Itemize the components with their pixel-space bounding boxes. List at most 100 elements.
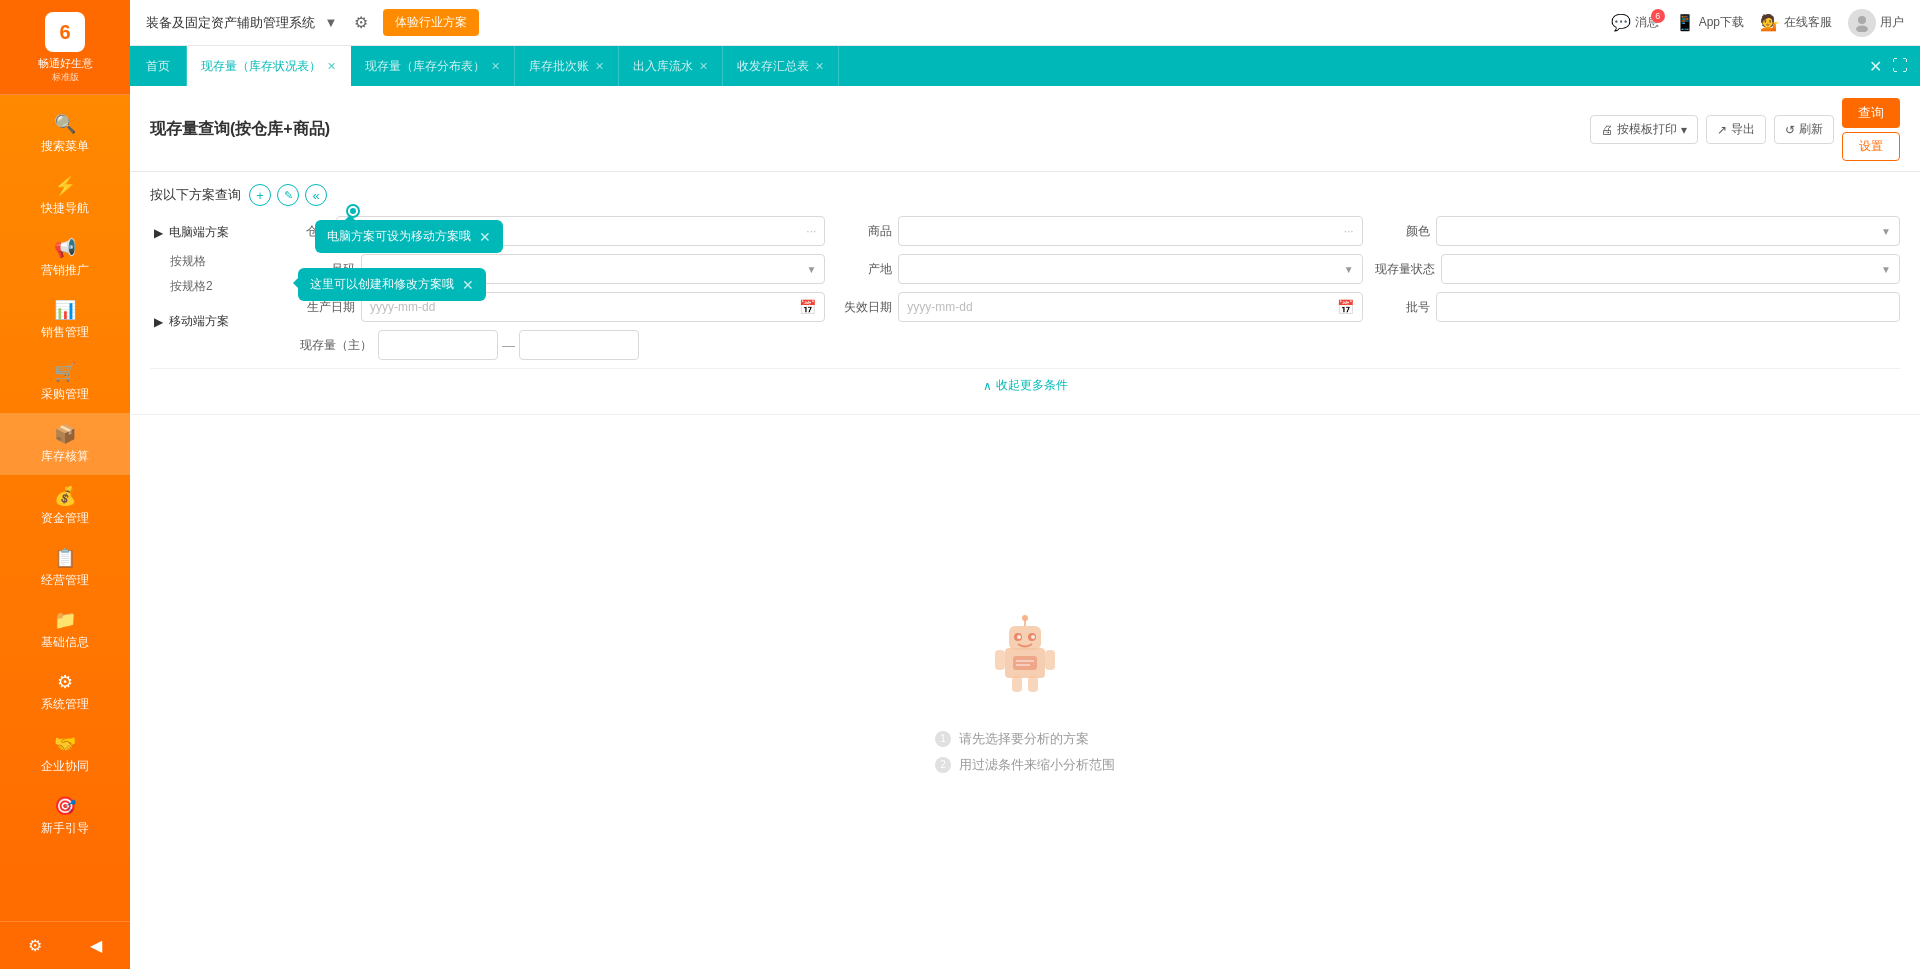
tab-inout[interactable]: 出入库流水 ✕ (619, 46, 723, 86)
tab-close-inout[interactable]: ✕ (699, 60, 708, 73)
top-header: 装备及固定资产辅助管理系统 ▼ ⚙ 体验行业方案 💬 消息 6 📱 App下载 … (130, 0, 1920, 46)
sales-icon: 📊 (54, 299, 76, 321)
expire-date-text: yyyy-mm-dd (907, 300, 972, 314)
svg-point-7 (1031, 635, 1035, 639)
sidebar-item-label: 营销推广 (41, 262, 89, 279)
tooltip-scheme-close[interactable]: ✕ (479, 229, 491, 245)
header-settings-btn[interactable]: ⚙ (347, 9, 375, 37)
tab-close-summary[interactable]: ✕ (815, 60, 824, 73)
purchase-icon: 🛒 (54, 361, 76, 383)
add-scheme-btn[interactable]: + (249, 184, 271, 206)
stock-status-select[interactable]: ▼ (1441, 254, 1900, 284)
print-btn[interactable]: 🖨 按模板打印 ▾ (1590, 115, 1698, 144)
filter-label: 按以下方案查询 (150, 186, 241, 204)
finance-icon: 💰 (54, 485, 76, 507)
product-label: 商品 (837, 223, 892, 240)
maximize-btn[interactable]: ⛶ (1888, 53, 1912, 79)
printer-icon: 🖨 (1601, 123, 1613, 137)
sidebar: 6 畅通好生意 标准版 🔍 搜索菜单 ⚡ 快捷导航 📢 营销推广 📊 销售管理 … (0, 0, 130, 969)
filter-row-3: 生产日期 yyyy-mm-dd 📅 失效日期 yyyy-mm-dd 📅 (300, 292, 1900, 322)
sidebar-item-search[interactable]: 🔍 搜索菜单 (0, 103, 130, 165)
export-btn[interactable]: ↗ 导出 (1706, 115, 1766, 144)
sidebar-item-label: 系统管理 (41, 696, 89, 713)
tab-close-inventory-status[interactable]: ✕ (327, 60, 336, 73)
scheme-desktop[interactable]: ▶ 电脑端方案 (150, 216, 290, 249)
svg-point-1 (1856, 25, 1868, 32)
svg-rect-11 (1045, 650, 1055, 670)
expire-date-input[interactable]: yyyy-mm-dd 📅 (898, 292, 1362, 322)
expire-date-label: 失效日期 (837, 299, 892, 316)
scheme-sub-0[interactable]: 按规格 (162, 249, 278, 274)
basic-icon: 📁 (54, 609, 76, 631)
logo-text: 畅通好生意 (38, 56, 93, 71)
scheme-sub-1[interactable]: 按规格2 (162, 274, 278, 299)
sidebar-item-guide[interactable]: 🎯 新手引导 (0, 785, 130, 847)
sidebar-item-label: 经营管理 (41, 572, 89, 589)
filter-header: 按以下方案查询 + ✎ « 电脑方案可设为移动方案哦 ✕ (150, 184, 1900, 206)
sidebar-item-purchase[interactable]: 🛒 采购管理 (0, 351, 130, 413)
system-dropdown-btn[interactable]: ▼ (323, 15, 339, 31)
stock-qty-max[interactable] (519, 330, 639, 360)
color-label: 颜色 (1375, 223, 1430, 240)
sidebar-item-system[interactable]: ⚙ 系统管理 (0, 661, 130, 723)
user-action[interactable]: 用户 (1848, 9, 1904, 37)
color-select[interactable]: ▼ (1436, 216, 1900, 246)
scheme-mobile[interactable]: ▶ 移动端方案 (150, 305, 290, 338)
sidebar-item-sales[interactable]: 📊 销售管理 (0, 289, 130, 351)
close-all-tabs-btn[interactable]: ✕ (1865, 53, 1886, 80)
edit-scheme-btn[interactable]: ✎ (277, 184, 299, 206)
product-input[interactable]: ··· (898, 216, 1362, 246)
sidebar-item-company[interactable]: 🤝 企业协同 (0, 723, 130, 785)
filter-group-product: 商品 ··· (837, 216, 1362, 246)
user-label: 用户 (1880, 14, 1904, 31)
tab-batch[interactable]: 库存批次账 ✕ (515, 46, 619, 86)
sidebar-item-operation[interactable]: 📋 经营管理 (0, 537, 130, 599)
origin-label: 产地 (837, 261, 892, 278)
tooltip-edit-close[interactable]: ✕ (462, 277, 474, 293)
sidebar-item-finance[interactable]: 💰 资金管理 (0, 475, 130, 537)
search-icon: 🔍 (54, 113, 76, 135)
sidebar-settings-btn[interactable]: ⚙ (24, 932, 46, 959)
step-2-num: 2 (935, 757, 951, 773)
sidebar-item-inventory[interactable]: 📦 库存核算 (0, 413, 130, 475)
tab-inventory-dist[interactable]: 现存量（库存分布表） ✕ (351, 46, 515, 86)
stock-qty-range: — (378, 330, 700, 360)
phone-icon: 📱 (1675, 13, 1695, 32)
support-action[interactable]: 💁 在线客服 (1760, 13, 1832, 32)
filter-group-color: 颜色 ▼ (1375, 216, 1900, 246)
sidebar-item-marketing[interactable]: 📢 营销推广 (0, 227, 130, 289)
refresh-icon: ↺ (1785, 123, 1795, 137)
sidebar-collapse-btn[interactable]: ◀ (86, 932, 106, 959)
sidebar-nav: 🔍 搜索菜单 ⚡ 快捷导航 📢 营销推广 📊 销售管理 🛒 采购管理 📦 库存核… (0, 95, 130, 921)
stock-qty-min[interactable] (378, 330, 498, 360)
sidebar-item-nav[interactable]: ⚡ 快捷导航 (0, 165, 130, 227)
tab-summary[interactable]: 收发存汇总表 ✕ (723, 46, 839, 86)
search-btn[interactable]: 查询 (1842, 98, 1900, 128)
tab-inventory-status[interactable]: 现存量（库存状况表） ✕ (187, 46, 351, 86)
tab-home[interactable]: 首页 (130, 46, 187, 86)
sidebar-item-basic[interactable]: 📁 基础信息 (0, 599, 130, 661)
user-icon (1853, 14, 1871, 32)
collapse-btn[interactable]: ∧ 收起更多条件 (150, 368, 1900, 402)
sidebar-item-label: 销售管理 (41, 324, 89, 341)
app-action[interactable]: 📱 App下载 (1675, 13, 1744, 32)
refresh-btn[interactable]: ↺ 刷新 (1774, 115, 1834, 144)
message-action[interactable]: 💬 消息 6 (1611, 13, 1659, 32)
tab-close-inventory-dist[interactable]: ✕ (491, 60, 500, 73)
svg-point-6 (1017, 635, 1021, 639)
chevron-down-icon: ▾ (1681, 123, 1687, 137)
header-right: 💬 消息 6 📱 App下载 💁 在线客服 用户 (1611, 9, 1904, 37)
industry-btn[interactable]: 体验行业方案 (383, 9, 479, 36)
back-scheme-btn[interactable]: « (305, 184, 327, 206)
content-area: 现存量查询(按仓库+商品) 🖨 按模板打印 ▾ ↗ 导出 ↺ 刷新 (130, 86, 1920, 969)
chevron-down-icon: ▼ (1344, 264, 1354, 275)
sidebar-item-label: 新手引导 (41, 820, 89, 837)
page-header: 现存量查询(按仓库+商品) 🖨 按模板打印 ▾ ↗ 导出 ↺ 刷新 (130, 86, 1920, 172)
tab-close-batch[interactable]: ✕ (595, 60, 604, 73)
page-settings-btn[interactable]: 设置 (1842, 132, 1900, 161)
sidebar-item-label: 基础信息 (41, 634, 89, 651)
batch-input[interactable] (1436, 292, 1900, 322)
robot-svg (975, 606, 1075, 706)
svg-rect-13 (1028, 676, 1038, 692)
origin-select[interactable]: ▼ (898, 254, 1362, 284)
